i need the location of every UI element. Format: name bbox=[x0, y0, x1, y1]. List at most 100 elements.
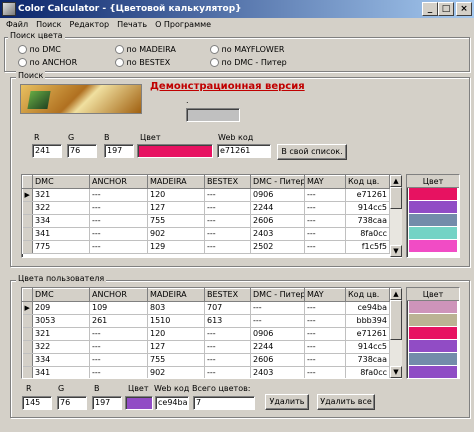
b-input[interactable]: 197 bbox=[104, 144, 134, 158]
table-cell[interactable]: --- bbox=[304, 214, 346, 228]
table-cell[interactable]: 803 bbox=[147, 301, 205, 315]
table-cell[interactable]: --- bbox=[204, 188, 251, 202]
table-cell[interactable]: --- bbox=[304, 227, 346, 241]
user-col-anchor[interactable]: ANCHOR bbox=[89, 288, 148, 302]
r-input[interactable]: 241 bbox=[32, 144, 62, 158]
table-cell[interactable]: 8fa0cc bbox=[345, 227, 390, 241]
user-col-may[interactable]: MAY bbox=[304, 288, 346, 302]
radio-dmc-piter-button[interactable] bbox=[210, 58, 219, 67]
table-row[interactable]: 3053 261 1510 613 --- --- bbb394 bbox=[22, 314, 390, 328]
table-cell[interactable]: 2403 bbox=[250, 227, 305, 241]
user-scrollbar[interactable]: ▲ ▼ bbox=[390, 288, 402, 378]
table-cell[interactable]: 0906 bbox=[250, 327, 305, 341]
col-may[interactable]: MAY bbox=[304, 175, 346, 189]
table-cell[interactable]: --- bbox=[204, 366, 251, 378]
table-row[interactable]: ▶ 209 109 803 707 --- --- ce94ba bbox=[22, 301, 390, 315]
table-cell[interactable]: 129 bbox=[147, 240, 205, 254]
table-cell[interactable]: --- bbox=[304, 340, 346, 354]
minimize-button[interactable]: _ bbox=[422, 2, 438, 16]
table-cell[interactable]: --- bbox=[304, 188, 346, 202]
table-cell[interactable]: 738caa bbox=[345, 214, 390, 228]
close-button[interactable]: × bbox=[456, 2, 472, 16]
table-cell[interactable]: 914cc5 bbox=[345, 340, 390, 354]
table-cell[interactable]: 613 bbox=[204, 314, 251, 328]
table-row[interactable]: 334 --- 755 --- 2606 --- 738caa bbox=[22, 214, 390, 228]
table-cell[interactable]: 1510 bbox=[147, 314, 205, 328]
table-cell[interactable]: --- bbox=[89, 188, 148, 202]
table-cell[interactable]: 341 bbox=[32, 366, 90, 378]
table-cell[interactable]: 775 bbox=[32, 240, 90, 254]
table-cell[interactable]: 707 bbox=[204, 301, 251, 315]
table-cell[interactable]: --- bbox=[204, 327, 251, 341]
radio-madeira-button[interactable] bbox=[115, 45, 124, 54]
radio-anchor-button[interactable] bbox=[18, 58, 27, 67]
table-cell[interactable]: 2502 bbox=[250, 240, 305, 254]
table-cell[interactable]: 120 bbox=[147, 327, 205, 341]
delete-all-button[interactable]: Удалить все bbox=[317, 394, 375, 410]
user-web-input[interactable]: ce94ba bbox=[155, 396, 189, 410]
radio-dmc-piter[interactable]: по DMC - Питер bbox=[210, 58, 287, 68]
table-cell[interactable]: --- bbox=[204, 240, 251, 254]
table-row[interactable]: 341 --- 902 --- 2403 --- 8fa0cc bbox=[22, 366, 390, 378]
user-colors-grid[interactable]: DMC ANCHOR MADEIRA BESTEX DMC - Питер MA… bbox=[21, 287, 402, 379]
table-cell[interactable]: --- bbox=[304, 366, 346, 378]
table-cell[interactable]: 2403 bbox=[250, 366, 305, 378]
table-cell[interactable]: 341 bbox=[32, 227, 90, 241]
table-cell[interactable]: --- bbox=[204, 227, 251, 241]
user-r-input[interactable]: 145 bbox=[22, 396, 52, 410]
title-bar[interactable]: Color Calculator - {Цветовой калькулятор… bbox=[0, 0, 474, 18]
table-cell[interactable]: 334 bbox=[32, 214, 90, 228]
table-cell[interactable]: --- bbox=[204, 353, 251, 367]
table-cell[interactable]: --- bbox=[89, 214, 148, 228]
table-row[interactable]: 334 --- 755 --- 2606 --- 738caa bbox=[22, 353, 390, 367]
table-cell[interactable]: 127 bbox=[147, 201, 205, 215]
user-col-dmc[interactable]: DMC bbox=[32, 288, 90, 302]
add-to-list-button[interactable]: В свой список. bbox=[277, 144, 347, 160]
table-cell[interactable]: --- bbox=[304, 314, 346, 328]
table-cell[interactable]: e71261 bbox=[345, 188, 390, 202]
g-input[interactable]: 76 bbox=[67, 144, 97, 158]
table-row[interactable]: 341 --- 902 --- 2403 --- 8fa0cc bbox=[22, 227, 390, 241]
user-col-color-code[interactable]: Код цв. bbox=[345, 288, 390, 302]
menu-editor[interactable]: Редактор bbox=[65, 18, 113, 32]
table-cell[interactable]: 322 bbox=[32, 201, 90, 215]
table-cell[interactable]: 738caa bbox=[345, 353, 390, 367]
col-dmc-piter[interactable]: DMC - Питер bbox=[250, 175, 305, 189]
col-dmc[interactable]: DMC bbox=[32, 175, 90, 189]
scroll-down-icon[interactable]: ▼ bbox=[390, 245, 402, 257]
table-cell[interactable]: --- bbox=[89, 327, 148, 341]
user-col-madeira[interactable]: MADEIRA bbox=[147, 288, 205, 302]
web-code-input[interactable]: e71261 bbox=[217, 144, 271, 158]
table-cell[interactable]: --- bbox=[250, 301, 305, 315]
radio-bestex[interactable]: по BESTEX bbox=[115, 58, 170, 68]
col-color-code[interactable]: Код цв. bbox=[345, 175, 390, 189]
table-cell[interactable]: e71261 bbox=[345, 327, 390, 341]
results-scrollbar[interactable]: ▲ ▼ bbox=[390, 175, 402, 257]
user-col-bestex[interactable]: BESTEX bbox=[204, 288, 251, 302]
table-cell[interactable]: 755 bbox=[147, 214, 205, 228]
table-cell[interactable]: 3053 bbox=[32, 314, 90, 328]
table-cell[interactable]: 334 bbox=[32, 353, 90, 367]
table-cell[interactable]: --- bbox=[89, 340, 148, 354]
table-cell[interactable]: --- bbox=[89, 227, 148, 241]
menu-file[interactable]: Файл bbox=[2, 18, 32, 32]
table-cell[interactable]: --- bbox=[89, 353, 148, 367]
table-cell[interactable]: 261 bbox=[89, 314, 148, 328]
table-cell[interactable]: 914cc5 bbox=[345, 201, 390, 215]
table-cell[interactable]: --- bbox=[89, 366, 148, 378]
col-madeira[interactable]: MADEIRA bbox=[147, 175, 205, 189]
user-col-dmc-piter[interactable]: DMC - Питер bbox=[250, 288, 305, 302]
table-cell[interactable]: 755 bbox=[147, 353, 205, 367]
table-cell[interactable]: 109 bbox=[89, 301, 148, 315]
table-cell[interactable]: --- bbox=[204, 214, 251, 228]
table-cell[interactable]: ce94ba bbox=[345, 301, 390, 315]
user-scroll-up-icon[interactable]: ▲ bbox=[390, 288, 402, 300]
radio-madeira[interactable]: по MADEIRA bbox=[115, 45, 176, 55]
radio-mayflower-button[interactable] bbox=[210, 45, 219, 54]
table-cell[interactable]: 120 bbox=[147, 188, 205, 202]
delete-button[interactable]: Удалить bbox=[265, 394, 309, 410]
radio-bestex-button[interactable] bbox=[115, 58, 124, 67]
table-cell[interactable]: --- bbox=[304, 327, 346, 341]
table-row[interactable]: 322 --- 127 --- 2244 --- 914cc5 bbox=[22, 201, 390, 215]
table-cell[interactable]: 321 bbox=[32, 188, 90, 202]
